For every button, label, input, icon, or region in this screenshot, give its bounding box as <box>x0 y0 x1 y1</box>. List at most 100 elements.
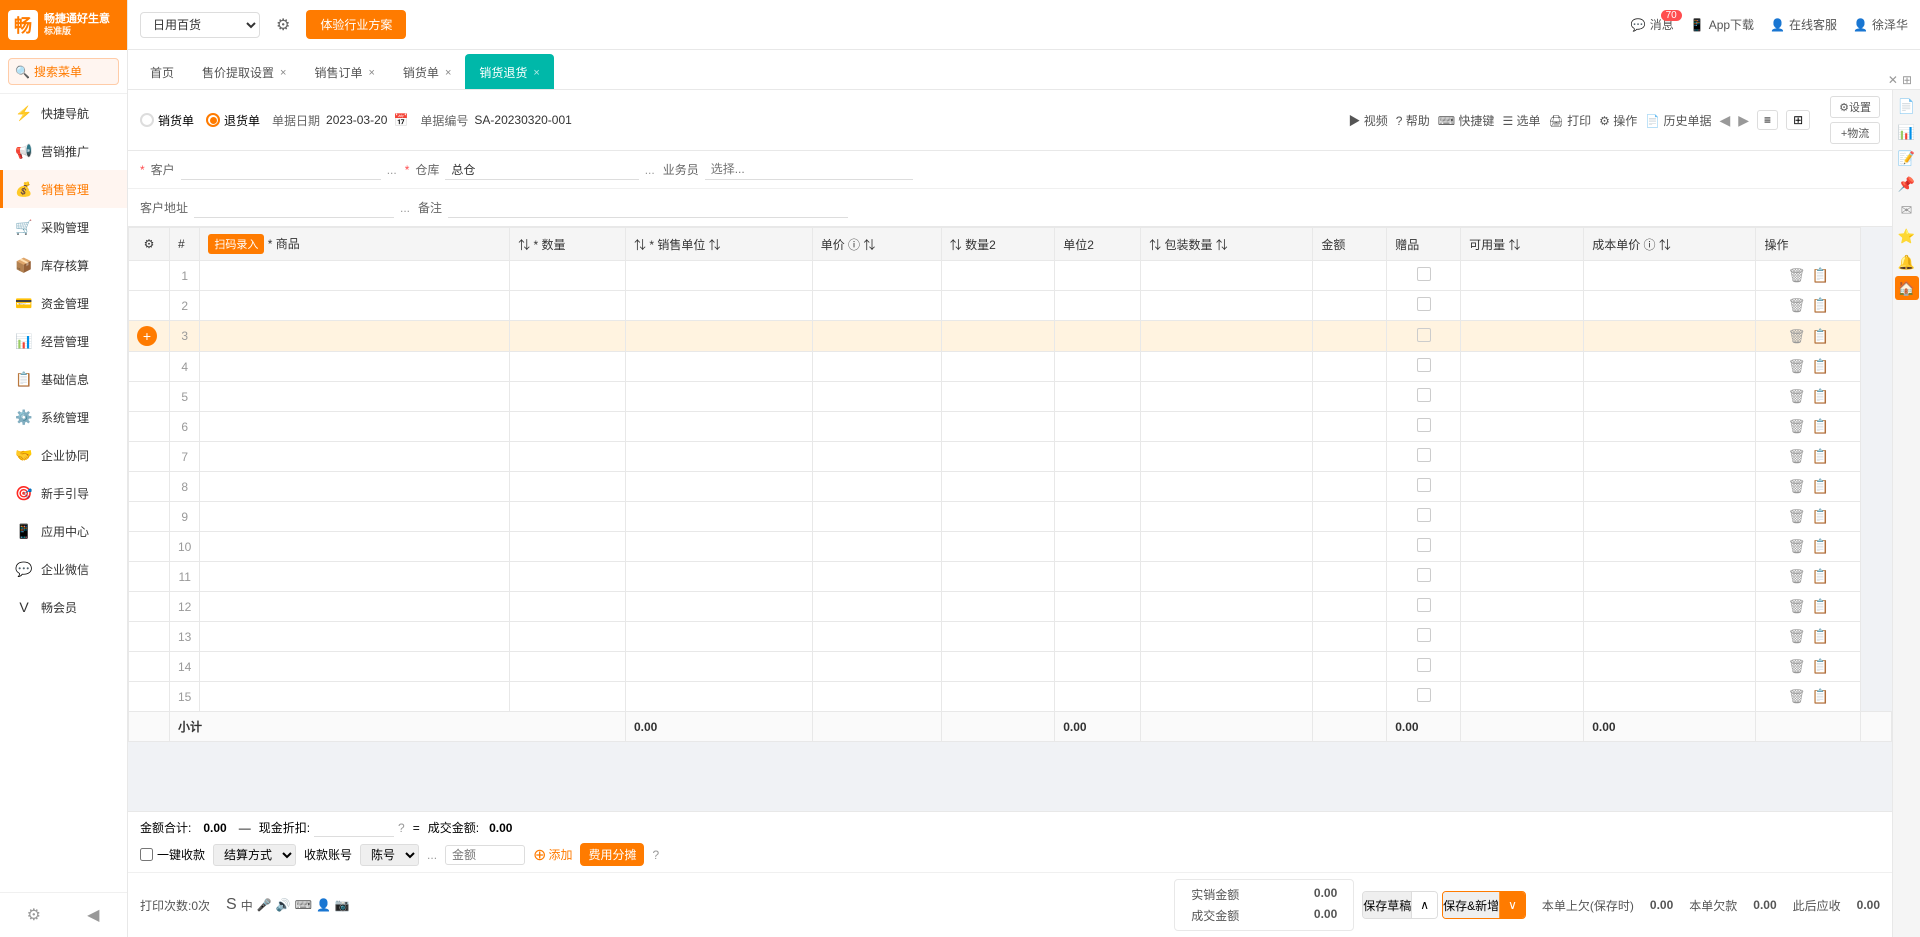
row-goods-1[interactable] <box>200 261 510 291</box>
copy-row-btn-2[interactable]: 📋 <box>1812 297 1829 314</box>
user-profile-button[interactable]: 👤 徐泽华 <box>1853 16 1908 33</box>
row-qty2-10[interactable] <box>941 532 1054 562</box>
sidebar-item-system[interactable]: ⚙️ 系统管理 <box>0 398 127 436</box>
row-unit2-13[interactable] <box>1055 622 1141 652</box>
copy-row-btn-12[interactable]: 📋 <box>1812 598 1829 615</box>
address-input[interactable] <box>194 197 394 218</box>
row-available-14[interactable] <box>1461 652 1584 682</box>
gift-checkbox-2[interactable] <box>1417 297 1431 311</box>
goods-input-9[interactable] <box>208 510 501 524</box>
row-price-8[interactable] <box>812 472 941 502</box>
row-cost-15[interactable] <box>1584 682 1756 712</box>
sidebar-item-operation[interactable]: 📊 经营管理 <box>0 322 127 360</box>
goods-input-14[interactable] <box>208 660 501 674</box>
row-qty-4[interactable] <box>510 352 626 382</box>
gift-checkbox-14[interactable] <box>1417 658 1431 672</box>
save-draft-button[interactable]: 保存草稿 <box>1363 892 1411 918</box>
tab-close-all[interactable]: ✕ <box>1888 73 1898 87</box>
row-unit2-2[interactable] <box>1055 291 1141 321</box>
calc-method-select[interactable]: 结算方式 <box>213 844 296 866</box>
delete-row-btn-6[interactable]: 🗑 <box>1788 418 1806 435</box>
row-unit2-3[interactable] <box>1055 321 1141 352</box>
right-sidebar-home-btn[interactable]: 🏠 <box>1895 276 1919 300</box>
one-click-payment-check[interactable]: 一键收款 <box>140 846 205 863</box>
discount-help-icon[interactable]: ? <box>398 821 405 835</box>
row-gift-5[interactable] <box>1387 382 1461 412</box>
row-unit2-8[interactable] <box>1055 472 1141 502</box>
right-sidebar-chart-btn[interactable]: 📊 <box>1895 120 1919 144</box>
save-new-dropdown[interactable]: ∨ <box>1499 892 1525 918</box>
goods-input-6[interactable] <box>208 420 501 434</box>
sidebar-item-wechat[interactable]: 💬 企业微信 <box>0 550 127 588</box>
row-pkg-9[interactable] <box>1141 502 1313 532</box>
view-toggle-grid[interactable]: ⊞ <box>1786 110 1810 130</box>
sidebar-item-marketing[interactable]: 📢 营销推广 <box>0 132 127 170</box>
copy-row-btn-4[interactable]: 📋 <box>1812 358 1829 375</box>
copy-row-btn-5[interactable]: 📋 <box>1812 388 1829 405</box>
goods-input-3[interactable] <box>208 329 501 343</box>
row-unit2-9[interactable] <box>1055 502 1141 532</box>
gift-checkbox-9[interactable] <box>1417 508 1431 522</box>
row-cost-6[interactable] <box>1584 412 1756 442</box>
row-qty-12[interactable] <box>510 592 626 622</box>
row-amount-15[interactable] <box>1313 682 1387 712</box>
row-pkg-4[interactable] <box>1141 352 1313 382</box>
goods-input-15[interactable] <box>208 690 501 704</box>
row-unit-5[interactable] <box>625 382 812 412</box>
sidebar-item-quick[interactable]: ⚡ 快捷导航 <box>0 94 127 132</box>
gift-checkbox-12[interactable] <box>1417 598 1431 612</box>
scan-input-btn[interactable]: 扫码录入 <box>208 234 264 254</box>
payment-checkbox-input[interactable] <box>140 848 153 861</box>
delete-row-btn-9[interactable]: 🗑 <box>1788 508 1806 525</box>
row-unit-11[interactable] <box>625 562 812 592</box>
sidebar-settings-button[interactable]: ⚙ <box>8 901 60 929</box>
copy-row-btn-15[interactable]: 📋 <box>1812 688 1829 705</box>
row-amount-12[interactable] <box>1313 592 1387 622</box>
row-goods-14[interactable] <box>200 652 510 682</box>
goods-input-11[interactable] <box>208 570 501 584</box>
right-sidebar-mail-btn[interactable]: ✉ <box>1895 198 1919 222</box>
delete-row-btn-11[interactable]: 🗑 <box>1788 568 1806 585</box>
tab-sales-order-close[interactable]: × <box>368 67 374 79</box>
row-gift-13[interactable] <box>1387 622 1461 652</box>
row-price-3[interactable] <box>812 321 941 352</box>
row-qty-9[interactable] <box>510 502 626 532</box>
row-gift-3[interactable] <box>1387 321 1461 352</box>
goods-input-2[interactable] <box>208 299 501 313</box>
row-gift-11[interactable] <box>1387 562 1461 592</box>
row-pkg-8[interactable] <box>1141 472 1313 502</box>
gift-checkbox-7[interactable] <box>1417 448 1431 462</box>
row-gift-1[interactable] <box>1387 261 1461 291</box>
row-pkg-10[interactable] <box>1141 532 1313 562</box>
goods-input-12[interactable] <box>208 600 501 614</box>
row-qty2-12[interactable] <box>941 592 1054 622</box>
row-gift-10[interactable] <box>1387 532 1461 562</box>
online-service-button[interactable]: 👤 在线客服 <box>1770 16 1837 33</box>
row-goods-6[interactable] <box>200 412 510 442</box>
row-cost-13[interactable] <box>1584 622 1756 652</box>
right-sidebar-bell-btn[interactable]: 🔔 <box>1895 250 1919 274</box>
sidebar-item-basic[interactable]: 📋 基础信息 <box>0 360 127 398</box>
tab-sales-order[interactable]: 销售订单 × <box>300 54 388 89</box>
row-price-9[interactable] <box>812 502 941 532</box>
copy-row-btn-10[interactable]: 📋 <box>1812 538 1829 555</box>
row-unit-4[interactable] <box>625 352 812 382</box>
row-goods-8[interactable] <box>200 472 510 502</box>
row-available-6[interactable] <box>1461 412 1584 442</box>
delete-row-btn-15[interactable]: 🗑 <box>1788 688 1806 705</box>
copy-row-btn-14[interactable]: 📋 <box>1812 658 1829 675</box>
goods-input-8[interactable] <box>208 480 501 494</box>
sidebar-item-member[interactable]: V 畅会员 <box>0 588 127 626</box>
delete-row-btn-13[interactable]: 🗑 <box>1788 628 1806 645</box>
salesperson-input[interactable] <box>705 159 913 180</box>
row-unit2-11[interactable] <box>1055 562 1141 592</box>
delete-row-btn-4[interactable]: 🗑 <box>1788 358 1806 375</box>
row-amount-11[interactable] <box>1313 562 1387 592</box>
account-select[interactable]: 陈号 <box>360 844 419 866</box>
row-unit-3[interactable] <box>625 321 812 352</box>
tab-sales-bill-close[interactable]: × <box>445 67 451 79</box>
row-unit2-7[interactable] <box>1055 442 1141 472</box>
row-goods-2[interactable] <box>200 291 510 321</box>
row-cost-2[interactable] <box>1584 291 1756 321</box>
row-price-10[interactable] <box>812 532 941 562</box>
